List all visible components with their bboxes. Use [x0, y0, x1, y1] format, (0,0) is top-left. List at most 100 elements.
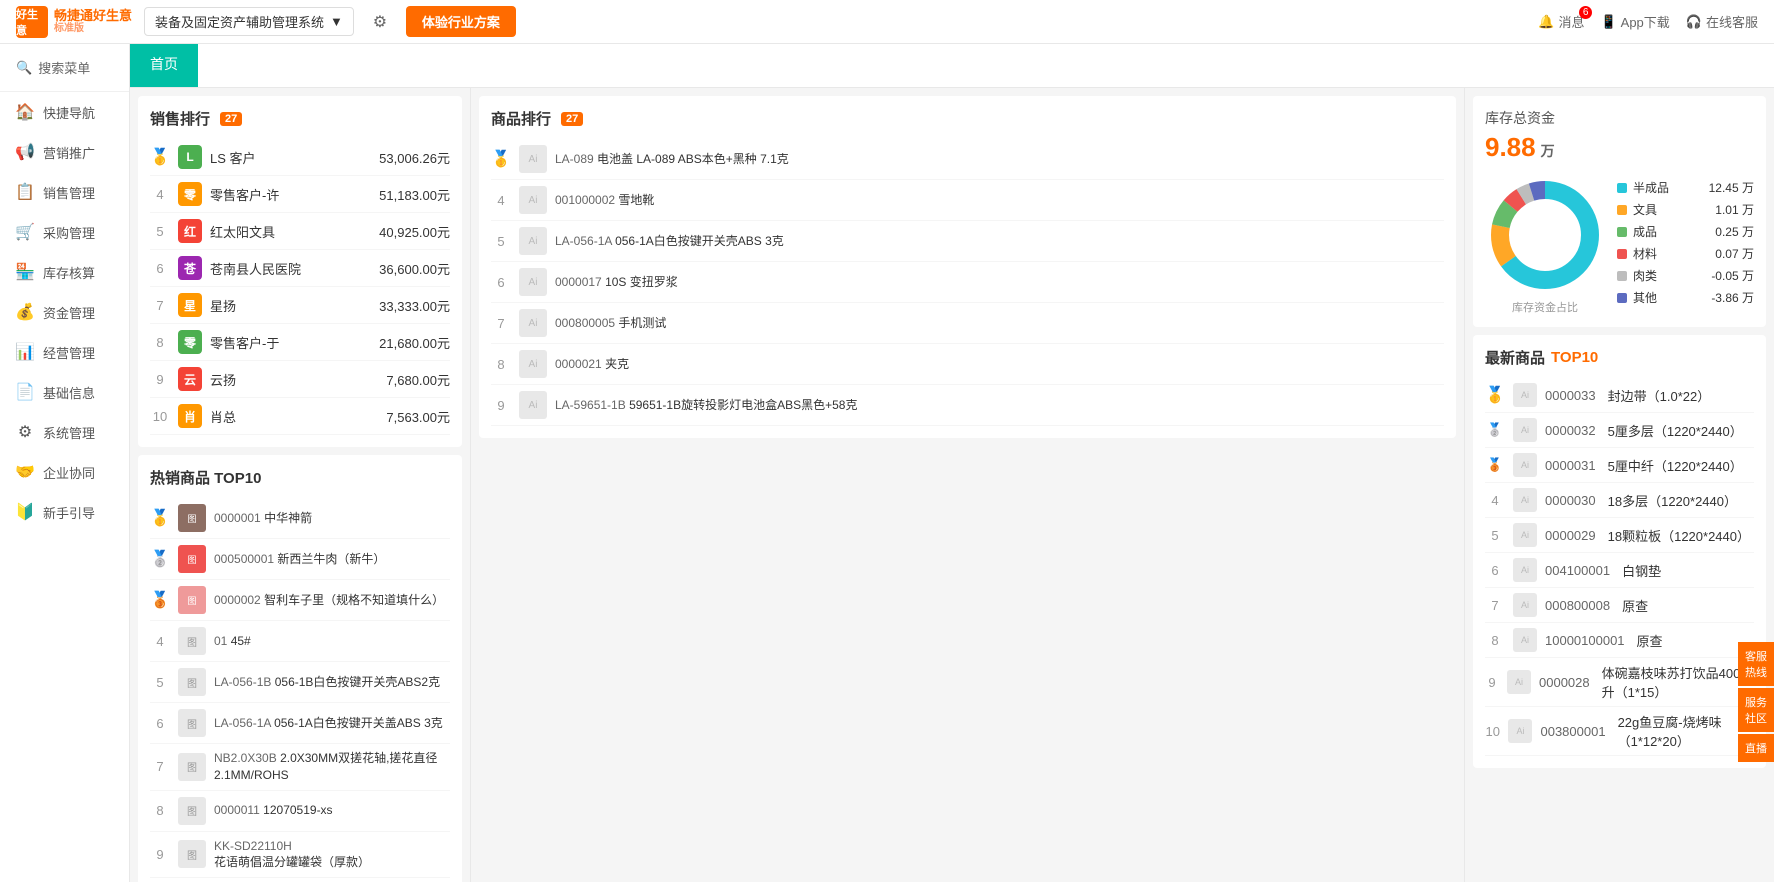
customer-name-4: 苍南县人民医院 — [210, 259, 371, 278]
customer-avatar-8: 肖 — [178, 404, 202, 428]
rank-num-7: 9 — [150, 372, 170, 387]
tab-home[interactable]: 首页 — [130, 44, 198, 87]
bell-icon: 🔔 — [1538, 14, 1554, 30]
mid-thumb-1: Ai — [519, 145, 547, 173]
hot-medal-3: 🥉 — [150, 590, 170, 610]
inventory-unit: 万 — [1541, 143, 1555, 159]
float-btn-live[interactable]: 直播 — [1738, 734, 1774, 762]
sidebar-item-system[interactable]: ⚙ 系统管理 — [0, 412, 129, 452]
mid-medal-1: 🥇 — [491, 149, 511, 169]
hot-info-1: 0000001 中华神箭 — [214, 510, 450, 527]
logo-icon: 好生意 — [16, 6, 48, 38]
sidebar-item-quick-nav[interactable]: 🏠 快捷导航 — [0, 92, 129, 132]
newest-item-6: 6 Ai 004100001 白钢垫 — [1485, 553, 1754, 588]
newest-item-5: 5 Ai 0000029 18颗粒板（1220*2440） — [1485, 518, 1754, 553]
headset-icon: 🎧 — [1686, 14, 1702, 30]
rank-num-2: 4 — [150, 187, 170, 202]
inventory-card: 库存总资金 9.88 万 — [1473, 96, 1766, 327]
newest-name-9: 体碗嘉枝味苏打饮品400毫升（1*15） — [1602, 663, 1754, 701]
customer-count-badge: 27 — [220, 112, 242, 126]
sidebar-label-purchase: 采购管理 — [43, 223, 95, 242]
newest-code-7: 000800008 — [1545, 598, 1610, 613]
sidebar-label-cooperation: 企业协同 — [43, 463, 95, 482]
customer-avatar-3: 红 — [178, 219, 202, 243]
hot-product-5: 5 图 LA-056-1B 056-1B白色按键开关壳ABS2克 — [150, 662, 450, 703]
sidebar-label-finance: 资金管理 — [43, 303, 95, 322]
newest-item-8: 8 Ai 10000100001 原查 — [1485, 623, 1754, 658]
legend-value-0: 12.45 万 — [1709, 179, 1754, 196]
legend-dot-2 — [1617, 227, 1627, 237]
mid-info-5: 000800005 手机测试 — [555, 315, 1444, 332]
online-service[interactable]: 🎧 在线客服 — [1686, 12, 1758, 31]
dropdown-icon: ▼ — [330, 14, 343, 29]
hot-product-7: 7 图 NB2.0X30B 2.0X30MM双搓花轴,搓花直径2.1MM/ROH… — [150, 744, 450, 791]
customer-avatar-1: L — [178, 145, 202, 169]
customer-amount-6: 21,680.00元 — [379, 333, 450, 352]
notif-badge: 6 — [1579, 6, 1593, 19]
sidebar-item-purchase[interactable]: 🛒 采购管理 — [0, 212, 129, 252]
sidebar-label-basic: 基础信息 — [43, 383, 95, 402]
sidebar-item-basic[interactable]: 📄 基础信息 — [0, 372, 129, 412]
nav-tabs: 首页 — [130, 44, 1774, 88]
sidebar-item-cooperation[interactable]: 🤝 企业协同 — [0, 452, 129, 492]
float-btn-service[interactable]: 客服热线 — [1738, 642, 1774, 686]
product-ranking-card: 商品排行 27 🥇 Ai LA-089 电池盖 LA-089 ABS本色+黑种 … — [479, 96, 1456, 438]
hot-product-6: 6 图 LA-056-1A 056-1A白色按键开关盖ABS 3克 — [150, 703, 450, 744]
newest-medal-1: 🥇 — [1485, 385, 1505, 405]
legend-item-0: 半成品 12.45 万 — [1617, 179, 1754, 196]
customer-item-1: 🥇 L LS 客户 53,006.26元 — [150, 139, 450, 176]
customer-ranking-card: 销售排行 27 🥇 L LS 客户 53,006.26元 4 零 零售客户 — [138, 96, 462, 447]
phone-icon: 📱 — [1600, 14, 1616, 30]
legend-item-3: 材料 0.07 万 — [1617, 245, 1754, 262]
customer-avatar-4: 苍 — [178, 256, 202, 280]
search-menu-label: 搜索菜单 — [38, 58, 90, 77]
mid-thumb-4: Ai — [519, 268, 547, 296]
system-selector[interactable]: 装备及固定资产辅助管理系统 ▼ — [144, 7, 354, 36]
cooperation-icon: 🤝 — [15, 462, 35, 482]
newest-item-1: 🥇 Ai 0000033 封边带（1.0*22） — [1485, 378, 1754, 413]
legend-list: 半成品 12.45 万 文具 1.01 万 成品 0 — [1617, 179, 1754, 311]
home-icon: 🏠 — [15, 102, 35, 122]
legend-dot-5 — [1617, 293, 1627, 303]
product-ranking-title: 商品排行 27 — [491, 108, 1444, 129]
newest-item-4: 4 Ai 0000030 18多层（1220*2440） — [1485, 483, 1754, 518]
top-header: 好生意 畅捷通好生意 标准版 装备及固定资产辅助管理系统 ▼ ⚙ 体验行业方案 … — [0, 0, 1774, 44]
float-btn-community[interactable]: 服务社区 — [1738, 688, 1774, 732]
hot-products-title-text: 热销商品 TOP10 — [150, 467, 261, 488]
mid-info-3: LA-056-1A 056-1A白色按键开关壳ABS 3克 — [555, 233, 1444, 250]
header-right: 🔔 消息 6 📱 App下载 🎧 在线客服 — [1538, 12, 1758, 31]
inventory-title: 库存总资金 — [1485, 108, 1754, 128]
legend-item-5: 其他 -3.86 万 — [1617, 289, 1754, 306]
newest-code-3: 0000031 — [1545, 458, 1596, 473]
search-menu-button[interactable]: 🔍 搜索菜单 — [8, 54, 121, 81]
customer-amount-1: 53,006.26元 — [379, 148, 450, 167]
newest-thumb-10: Ai — [1508, 719, 1532, 743]
customer-amount-7: 7,680.00元 — [386, 370, 450, 389]
app-label: App下载 — [1621, 12, 1670, 31]
notification-bell[interactable]: 🔔 消息 6 — [1538, 12, 1584, 31]
app-download[interactable]: 📱 App下载 — [1600, 12, 1669, 31]
customer-avatar-6: 零 — [178, 330, 202, 354]
newest-name-7: 原查 — [1622, 596, 1648, 615]
legend-item-4: 肉类 -0.05 万 — [1617, 267, 1754, 284]
sidebar-item-guide[interactable]: 🔰 新手引导 — [0, 492, 129, 532]
settings-icon[interactable]: ⚙ — [366, 8, 394, 36]
legend-dot-1 — [1617, 205, 1627, 215]
sidebar-item-finance[interactable]: 💰 资金管理 — [0, 292, 129, 332]
sidebar-item-operations[interactable]: 📊 经营管理 — [0, 332, 129, 372]
sidebar-item-sales[interactable]: 📋 销售管理 — [0, 172, 129, 212]
customer-avatar-7: 云 — [178, 367, 202, 391]
newest-code-5: 0000029 — [1545, 528, 1596, 543]
sidebar-item-inventory[interactable]: 🏪 库存核算 — [0, 252, 129, 292]
product-count-badge: 27 — [561, 112, 583, 126]
newest-name-8: 原查 — [1637, 631, 1663, 650]
customer-item-6: 8 零 零售客户-于 21,680.00元 — [150, 324, 450, 361]
trial-button[interactable]: 体验行业方案 — [406, 6, 516, 37]
sidebar-label-inventory: 库存核算 — [43, 263, 95, 282]
rank-num-8: 10 — [150, 409, 170, 424]
sidebar-item-marketing[interactable]: 📢 营销推广 — [0, 132, 129, 172]
customer-name-3: 红太阳文具 — [210, 222, 371, 241]
newest-code-10: 003800001 — [1540, 724, 1605, 739]
legend-dot-0 — [1617, 183, 1627, 193]
hot-thumb-1: 图 — [178, 504, 206, 532]
